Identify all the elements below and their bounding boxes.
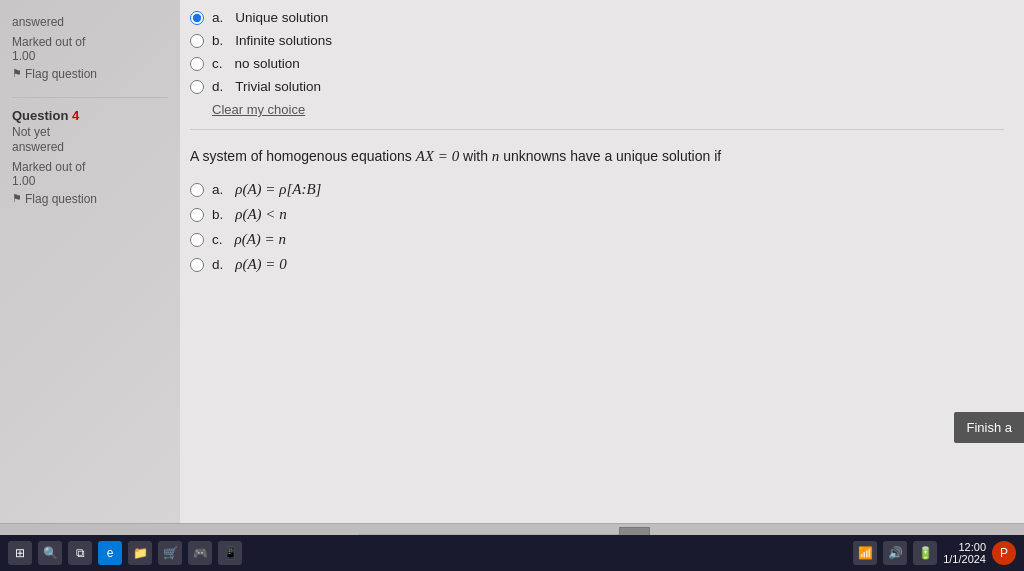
store-icon[interactable]: 🛒 — [158, 541, 182, 565]
q3-letter-c: c. — [212, 56, 223, 71]
sidebar: answered Marked out of1.00 ⚑ Flag questi… — [0, 0, 180, 523]
q3-radio-d[interactable] — [190, 80, 204, 94]
taskbar-time: 12:00 1/1/2024 — [943, 541, 986, 565]
q4-text-c: ρ(A) = n — [235, 231, 286, 248]
taskbar-left-icons: ⊞ 🔍 ⧉ e 📁 🛒 🎮 📱 — [8, 541, 242, 565]
search-icon[interactable]: 🔍 — [38, 541, 62, 565]
q4-number: 4 — [72, 108, 79, 123]
q4-letter-b: b. — [212, 207, 223, 222]
sound-icon[interactable]: 🔊 — [883, 541, 907, 565]
taskview-icon[interactable]: ⧉ — [68, 541, 92, 565]
main-content: answered Marked out of1.00 ⚑ Flag questi… — [0, 0, 1024, 523]
q3-answered-status: answered — [12, 15, 168, 31]
q4-label: Question 4 — [12, 108, 168, 123]
q4-marked-out: Marked out of1.00 — [12, 160, 168, 188]
q4-math-eq: AX = 0 — [416, 148, 459, 164]
question4-sidebar: Question 4 Not yetanswered Marked out of… — [12, 108, 168, 206]
app1-icon[interactable]: 📱 — [218, 541, 242, 565]
q3-option-b: b. Infinite solutions — [190, 33, 1004, 48]
q4-option-b: b. ρ(A) < n — [190, 206, 1004, 223]
q3-letter-a: a. — [212, 10, 223, 25]
taskbar-date: 1/1/2024 — [943, 553, 986, 565]
q3-option-d: d. Trivial solution — [190, 79, 1004, 94]
network-icon[interactable]: 📶 — [853, 541, 877, 565]
screen: answered Marked out of1.00 ⚑ Flag questi… — [0, 0, 1024, 571]
start-button[interactable]: ⊞ — [8, 541, 32, 565]
battery-icon[interactable]: 🔋 — [913, 541, 937, 565]
q3-option-a: a. Unique solution — [190, 10, 1004, 25]
q3-options: a. Unique solution b. Infinite solutions… — [190, 10, 1004, 94]
question3-sidebar: answered Marked out of1.00 ⚑ Flag questi… — [12, 10, 168, 81]
q4-question-text: A system of homogenous equations AX = 0 … — [190, 146, 1004, 167]
q3-option-c: c. no solution — [190, 56, 1004, 71]
q4-flag-icon: ⚑ — [12, 192, 22, 205]
q4-text-a: ρ(A) = ρ[A:B] — [235, 181, 321, 198]
q4-letter-a: a. — [212, 182, 223, 197]
q3-radio-b[interactable] — [190, 34, 204, 48]
q4-options: a. ρ(A) = ρ[A:B] b. ρ(A) < n c. ρ(A) = n — [190, 181, 1004, 273]
q4-radio-b[interactable] — [190, 208, 204, 222]
q3-marked-out: Marked out of1.00 — [12, 35, 168, 63]
q3-radio-a[interactable] — [190, 11, 204, 25]
q4-radio-d[interactable] — [190, 258, 204, 272]
q3-flag-question[interactable]: ⚑ Flag question — [12, 67, 168, 81]
q3-area: a. Unique solution b. Infinite solutions… — [190, 10, 1004, 130]
taskbar-clock: 12:00 — [943, 541, 986, 553]
profile-icon[interactable]: P — [992, 541, 1016, 565]
q4-option-d: d. ρ(A) = 0 — [190, 256, 1004, 273]
q3-text-c: no solution — [235, 56, 300, 71]
q4-letter-c: c. — [212, 232, 223, 247]
q4-flag-question[interactable]: ⚑ Flag question — [12, 192, 168, 206]
q3-text-d: Trivial solution — [235, 79, 321, 94]
q3-text-b: Infinite solutions — [235, 33, 332, 48]
q4-radio-c[interactable] — [190, 233, 204, 247]
q3-letter-b: b. — [212, 33, 223, 48]
q3-text-a: Unique solution — [235, 10, 328, 25]
clear-choice[interactable]: Clear my choice — [212, 102, 1004, 117]
q4-flag-label: Flag question — [25, 192, 97, 206]
q4-math-n: n — [492, 148, 500, 164]
q4-letter-d: d. — [212, 257, 223, 272]
q4-text-b: ρ(A) < n — [235, 206, 286, 223]
q4-status: Not yetanswered — [12, 125, 168, 156]
q4-text-d: ρ(A) = 0 — [235, 256, 286, 273]
finish-button[interactable]: Finish a — [954, 412, 1024, 443]
q4-radio-a[interactable] — [190, 183, 204, 197]
q3-flag-label: Flag question — [25, 67, 97, 81]
q4-option-a: a. ρ(A) = ρ[A:B] — [190, 181, 1004, 198]
content-panel: a. Unique solution b. Infinite solutions… — [180, 0, 1024, 523]
xbox-icon[interactable]: 🎮 — [188, 541, 212, 565]
flag-icon: ⚑ — [12, 67, 22, 80]
taskbar: ⊞ 🔍 ⧉ e 📁 🛒 🎮 📱 📶 🔊 🔋 12:00 1/1/2024 P — [0, 535, 1024, 571]
q4-option-c: c. ρ(A) = n — [190, 231, 1004, 248]
q4-area: A system of homogenous equations AX = 0 … — [190, 146, 1004, 273]
taskbar-right-icons: 📶 🔊 🔋 12:00 1/1/2024 P — [853, 541, 1016, 565]
files-icon[interactable]: 📁 — [128, 541, 152, 565]
edge-icon[interactable]: e — [98, 541, 122, 565]
q3-radio-c[interactable] — [190, 57, 204, 71]
q3-letter-d: d. — [212, 79, 223, 94]
